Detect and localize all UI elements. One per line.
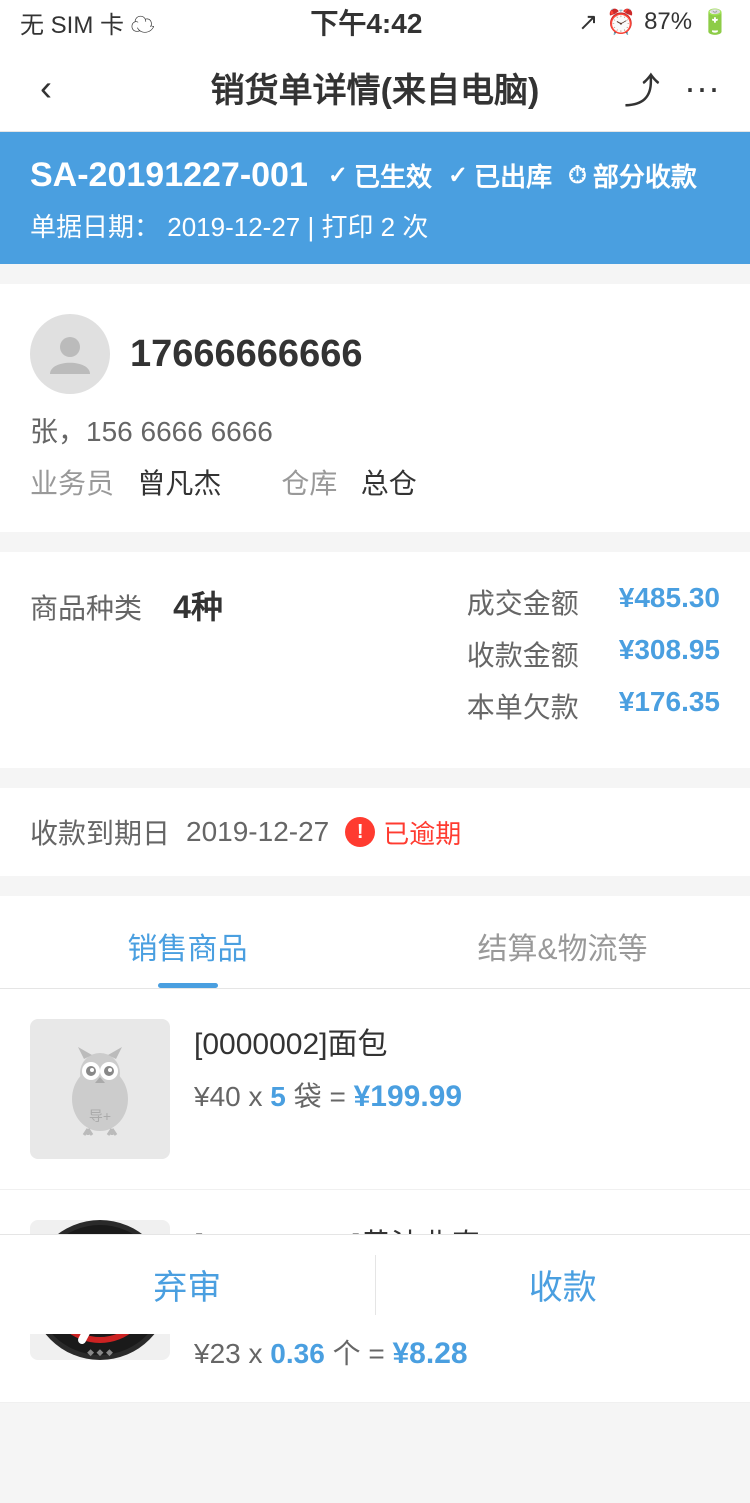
check-icon-effective: ✓ — [328, 161, 348, 190]
status-bar: 无 SIM 卡 ☁ 下午4:42 ↗ ⏰ 87% 🔋 — [0, 0, 750, 44]
product-price-row-1: ¥40 x 5 袋 = ¥199.99 — [194, 1075, 720, 1115]
svg-text:◆ ◆ ◆: ◆ ◆ ◆ — [87, 1347, 113, 1357]
collect-button[interactable]: 收款 — [376, 1235, 750, 1334]
status-time: 下午4:42 — [310, 2, 422, 42]
owed-amount-label: 本单欠款 — [467, 686, 579, 726]
clock-icon: ⏱ — [568, 162, 587, 190]
tab-sales[interactable]: 销售商品 — [0, 896, 375, 988]
product-qty-1: 5 — [270, 1081, 286, 1112]
overdue-badge: ! 已逾期 — [345, 814, 461, 851]
product-qty-2: 0.36 — [270, 1338, 325, 1369]
check-icon-shipped: ✓ — [448, 161, 468, 190]
order-date: 2019-12-27 — [167, 212, 300, 242]
badge-partial-label: 部分收款 — [593, 157, 697, 194]
print-info: | 打印 2 次 — [307, 212, 428, 242]
page-title: 销货单详情(来自电脑) — [211, 63, 540, 112]
badge-effective: ✓ 已生效 — [328, 157, 432, 194]
status-left: 无 SIM 卡 ☁ — [20, 5, 155, 40]
header-date: 单据日期： 2019-12-27 | 打印 2 次 — [30, 207, 720, 244]
product-types-label: 商品种类 — [30, 593, 142, 624]
product-unit-2: 个 — [333, 1338, 361, 1369]
alarm-icon: ⏰ — [606, 8, 636, 37]
reject-button[interactable]: 弃审 — [0, 1235, 375, 1334]
product-multiply-2: x — [249, 1338, 271, 1369]
product-equals-2: = — [368, 1338, 392, 1369]
tabs-section: 销售商品 结算&物流等 — [0, 896, 750, 989]
customer-row: 17666666666 — [30, 314, 720, 394]
owed-amount-row: 本单欠款 ¥176.35 — [467, 686, 720, 726]
salesperson-info: 业务员 曾凡杰 — [30, 462, 221, 502]
warehouse-info: 仓库 总仓 — [281, 462, 416, 502]
product-price-2: ¥23 — [194, 1338, 241, 1369]
share-icon[interactable]: ⤴ — [624, 62, 660, 114]
list-item: 导+ [0000002]面包 ¥40 x 5 袋 = ¥199.99 — [0, 989, 750, 1190]
deal-amount-value: ¥485.30 — [619, 582, 720, 622]
product-info-1: [0000002]面包 ¥40 x 5 袋 = ¥199.99 — [194, 1019, 720, 1115]
badge-shipped: ✓ 已出库 — [448, 157, 552, 194]
stats-section: 商品种类 4种 成交金额 ¥485.30 收款金额 ¥308.95 本单欠款 ¥… — [0, 552, 750, 768]
product-unit-1: 袋 — [294, 1081, 322, 1112]
warehouse-value: 总仓 — [361, 468, 417, 499]
svg-text:导+: 导+ — [89, 1108, 111, 1124]
collected-amount-label: 收款金额 — [467, 634, 579, 674]
stats-right: 成交金额 ¥485.30 收款金额 ¥308.95 本单欠款 ¥176.35 — [467, 582, 720, 738]
product-price-row-2: ¥23 x 0.36 个 = ¥8.28 — [194, 1332, 720, 1372]
bottom-bar: 弃审 收款 — [0, 1234, 750, 1334]
header-banner: SA-20191227-001 ✓ 已生效 ✓ 已出库 ⏱ 部分收款 单据日期：… — [0, 132, 750, 264]
customer-name-phone: 张，156 6666 6666 — [30, 410, 720, 450]
product-thumbnail-1: 导+ — [30, 1019, 170, 1159]
back-button[interactable]: ‹ — [30, 57, 62, 119]
badge-partial: ⏱ 部分收款 — [568, 157, 697, 194]
owed-amount-value: ¥176.35 — [619, 686, 720, 726]
due-date-value: 2019-12-27 — [186, 816, 329, 848]
deal-amount-row: 成交金额 ¥485.30 — [467, 582, 720, 622]
product-multiply-1: x — [249, 1081, 271, 1112]
product-price-1: ¥40 — [194, 1081, 241, 1112]
nav-actions: ⤴ ··· — [624, 62, 720, 114]
customer-section: 17666666666 张，156 6666 6666 业务员 曾凡杰 仓库 总… — [0, 284, 750, 532]
battery-status: 87% — [644, 8, 692, 36]
deal-amount-label: 成交金额 — [467, 582, 579, 622]
due-date-label: 收款到期日 — [30, 812, 170, 852]
warehouse-label: 仓库 — [281, 468, 337, 499]
overdue-icon: ! — [345, 817, 375, 847]
tabs-row: 销售商品 结算&物流等 — [0, 896, 750, 988]
collected-amount-row: 收款金额 ¥308.95 — [467, 634, 720, 674]
product-total-2: ¥8.28 — [393, 1337, 468, 1370]
customer-meta: 业务员 曾凡杰 仓库 总仓 — [30, 462, 720, 502]
avatar — [30, 314, 110, 394]
product-name-1: [0000002]面包 — [194, 1019, 720, 1063]
status-right: ↗ ⏰ 87% 🔋 — [578, 8, 730, 37]
due-section: 收款到期日 2019-12-27 ! 已逾期 — [0, 788, 750, 876]
badge-shipped-label: 已出库 — [474, 157, 552, 194]
more-icon[interactable]: ··· — [684, 67, 720, 109]
overdue-label: 已逾期 — [383, 814, 461, 851]
collected-amount-value: ¥308.95 — [619, 634, 720, 674]
product-types-value: 4种 — [173, 589, 223, 625]
sim-status: 无 SIM 卡 ☁ — [20, 5, 155, 40]
product-equals-1: = — [329, 1081, 353, 1112]
tab-settlement[interactable]: 结算&物流等 — [375, 896, 750, 988]
nav-bar: ‹ 销货单详情(来自电脑) ⤴ ··· — [0, 44, 750, 132]
stats-left: 商品种类 4种 — [30, 582, 223, 636]
salesperson-label: 业务员 — [30, 468, 114, 499]
battery-icon: 🔋 — [700, 8, 730, 37]
order-id: SA-20191227-001 — [30, 156, 308, 195]
product-total-1: ¥199.99 — [354, 1080, 462, 1113]
date-label: 单据日期： — [30, 212, 160, 242]
status-badges: ✓ 已生效 ✓ 已出库 ⏱ 部分收款 — [328, 157, 697, 194]
products-section: 导+ [0000002]面包 ¥40 x 5 袋 = ¥199.99 — [0, 989, 750, 1403]
customer-phone: 17666666666 — [130, 333, 362, 376]
badge-effective-label: 已生效 — [354, 157, 432, 194]
salesperson-value: 曾凡杰 — [137, 468, 221, 499]
product-types-row: 商品种类 4种 — [30, 582, 223, 628]
location-icon: ↗ — [578, 8, 598, 37]
